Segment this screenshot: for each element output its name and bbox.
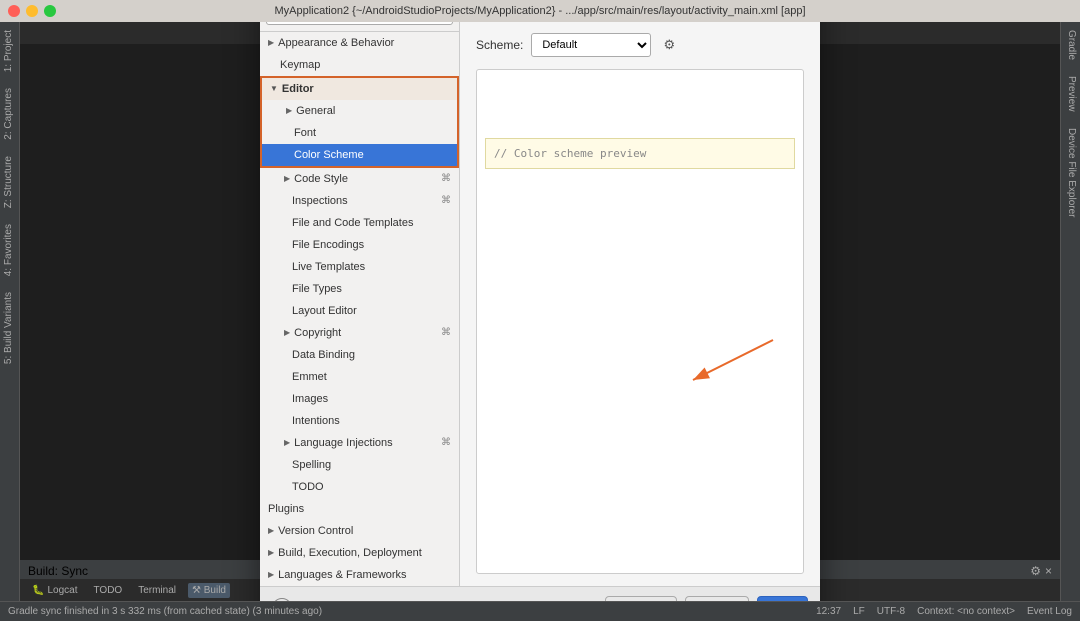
help-button[interactable]: ? [272, 598, 292, 601]
vtab-variants[interactable]: 5: Build Variants [0, 284, 19, 372]
arrow-annotation [673, 330, 793, 390]
ok-button[interactable]: OK [757, 596, 808, 601]
code-style-shortcut: ⌘ [441, 173, 451, 184]
nav-font[interactable]: Font [262, 122, 457, 144]
vtab-favorites[interactable]: 4: Favorites [0, 216, 19, 284]
cancel-button[interactable]: Cancel [605, 596, 676, 601]
todo-tab[interactable]: TODO [89, 583, 126, 598]
build-settings-icon[interactable]: ⚙ [1030, 564, 1041, 578]
nav-search-container [260, 22, 459, 32]
main-window: MyApplication2 {~/AndroidStudioProjects/… [0, 0, 1080, 621]
build-arrow-icon: ▶ [268, 548, 274, 557]
build-sync-title: Build: Sync [28, 564, 88, 578]
nav-spelling[interactable]: Spelling [260, 454, 459, 476]
status-time: 12:37 [816, 606, 841, 617]
status-right: 12:37 LF UTF-8 Context: <no context> Eve… [816, 606, 1072, 617]
window-title: MyApplication2 {~/AndroidStudioProjects/… [274, 5, 805, 17]
nav-build-execution[interactable]: ▶ Build, Execution, Deployment [260, 542, 459, 564]
nav-data-binding[interactable]: Data Binding [260, 344, 459, 366]
nav-color-scheme[interactable]: Color Scheme [262, 144, 457, 166]
nav-languages-frameworks[interactable]: ▶ Languages & Frameworks [260, 564, 459, 586]
maximize-button[interactable] [44, 5, 56, 17]
nav-file-code-templates[interactable]: File and Code Templates [260, 212, 459, 234]
search-input[interactable] [266, 22, 453, 25]
logcat-tab[interactable]: 🐛Logcat [28, 583, 81, 598]
nav-emmet[interactable]: Emmet [260, 366, 459, 388]
traffic-lights [8, 5, 56, 17]
right-panel: Gradle Preview Device File Explorer [1060, 22, 1080, 601]
center-area: Preferences [20, 22, 1060, 601]
nav-code-style[interactable]: ▶ Code Style ⌘ [260, 168, 459, 190]
nav-file-types[interactable]: File Types [260, 278, 459, 300]
lang-arrow-icon: ▶ [268, 570, 274, 579]
expand-arrow-icon: ▶ [268, 38, 274, 47]
status-bar: Gradle sync finished in 3 s 332 ms (from… [0, 601, 1080, 621]
ide-body: 1: Project 2: Captures Z: Structure 4: F… [0, 22, 1080, 601]
lang-inject-arrow-icon: ▶ [284, 438, 290, 447]
scheme-row: Scheme: Default ⚙ [476, 33, 804, 57]
nav-editor-group[interactable]: ▼ Editor [262, 78, 457, 100]
dialog-footer: ? Cancel Apply OK [260, 586, 820, 602]
vtab-preview[interactable]: Preview [1061, 68, 1080, 120]
nav-copyright[interactable]: ▶ Copyright ⌘ [260, 322, 459, 344]
inspections-shortcut: ⌘ [441, 195, 451, 206]
nav-intentions[interactable]: Intentions [260, 410, 459, 432]
build-tab[interactable]: ⚒ Build [188, 583, 230, 598]
nav-live-templates[interactable]: Live Templates [260, 256, 459, 278]
vtab-captures[interactable]: 2: Captures [0, 80, 19, 148]
vtab-device-file[interactable]: Device File Explorer [1061, 120, 1080, 225]
left-vtabs: 1: Project 2: Captures Z: Structure 4: F… [0, 22, 20, 601]
nav-appearance[interactable]: ▶ Appearance & Behavior [260, 32, 459, 54]
copyright-arrow-icon: ▶ [284, 328, 290, 337]
dialog-body: ▶ Appearance & Behavior Keymap ▼ [260, 22, 820, 586]
terminal-tab[interactable]: Terminal [134, 583, 180, 598]
event-log-label[interactable]: Event Log [1027, 606, 1072, 617]
nav-language-injections[interactable]: ▶ Language Injections ⌘ [260, 432, 459, 454]
build-close-icon[interactable]: × [1045, 564, 1052, 578]
color-scheme-preview: // Color scheme preview [476, 69, 804, 574]
footer-buttons: Cancel Apply OK [605, 596, 808, 601]
status-charset: UTF-8 [877, 606, 905, 617]
scheme-label: Scheme: [476, 38, 523, 52]
nav-file-encodings[interactable]: File Encodings [260, 234, 459, 256]
nav-keymap[interactable]: Keymap [260, 54, 459, 76]
general-arrow-icon: ▶ [286, 106, 292, 115]
close-button[interactable] [8, 5, 20, 17]
preferences-dialog: Preferences [260, 22, 820, 601]
dialog-nav: ▶ Appearance & Behavior Keymap ▼ [260, 22, 460, 586]
nav-todo[interactable]: TODO [260, 476, 459, 498]
copyright-shortcut: ⌘ [441, 327, 451, 338]
nav-inspections[interactable]: Inspections ⌘ [260, 190, 459, 212]
vtab-project[interactable]: 1: Project [0, 22, 19, 80]
vtab-structure[interactable]: Z: Structure [0, 148, 19, 216]
vc-arrow-icon: ▶ [268, 526, 274, 535]
gear-icon[interactable]: ⚙ [659, 35, 679, 55]
status-bar-text: Gradle sync finished in 3 s 332 ms (from… [8, 606, 322, 617]
nav-layout-editor[interactable]: Layout Editor [260, 300, 459, 322]
title-bar: MyApplication2 {~/AndroidStudioProjects/… [0, 0, 1080, 22]
editor-expand-icon: ▼ [270, 84, 278, 93]
apply-button[interactable]: Apply [685, 596, 749, 601]
nav-plugins[interactable]: Plugins [260, 498, 459, 520]
lang-inject-shortcut: ⌘ [441, 437, 451, 448]
dialog-content: Editor › Color Scheme Scheme: Default [460, 22, 820, 586]
status-context: Context: <no context> [917, 606, 1015, 617]
nav-images[interactable]: Images [260, 388, 459, 410]
code-style-arrow-icon: ▶ [284, 174, 290, 183]
scheme-select[interactable]: Default [531, 33, 651, 57]
nav-general[interactable]: ▶ General [262, 100, 457, 122]
status-encoding: LF [853, 606, 865, 617]
vtab-gradle[interactable]: Gradle [1061, 22, 1080, 68]
nav-version-control[interactable]: ▶ Version Control [260, 520, 459, 542]
dialog-overlay: Preferences [20, 44, 1060, 560]
minimize-button[interactable] [26, 5, 38, 17]
